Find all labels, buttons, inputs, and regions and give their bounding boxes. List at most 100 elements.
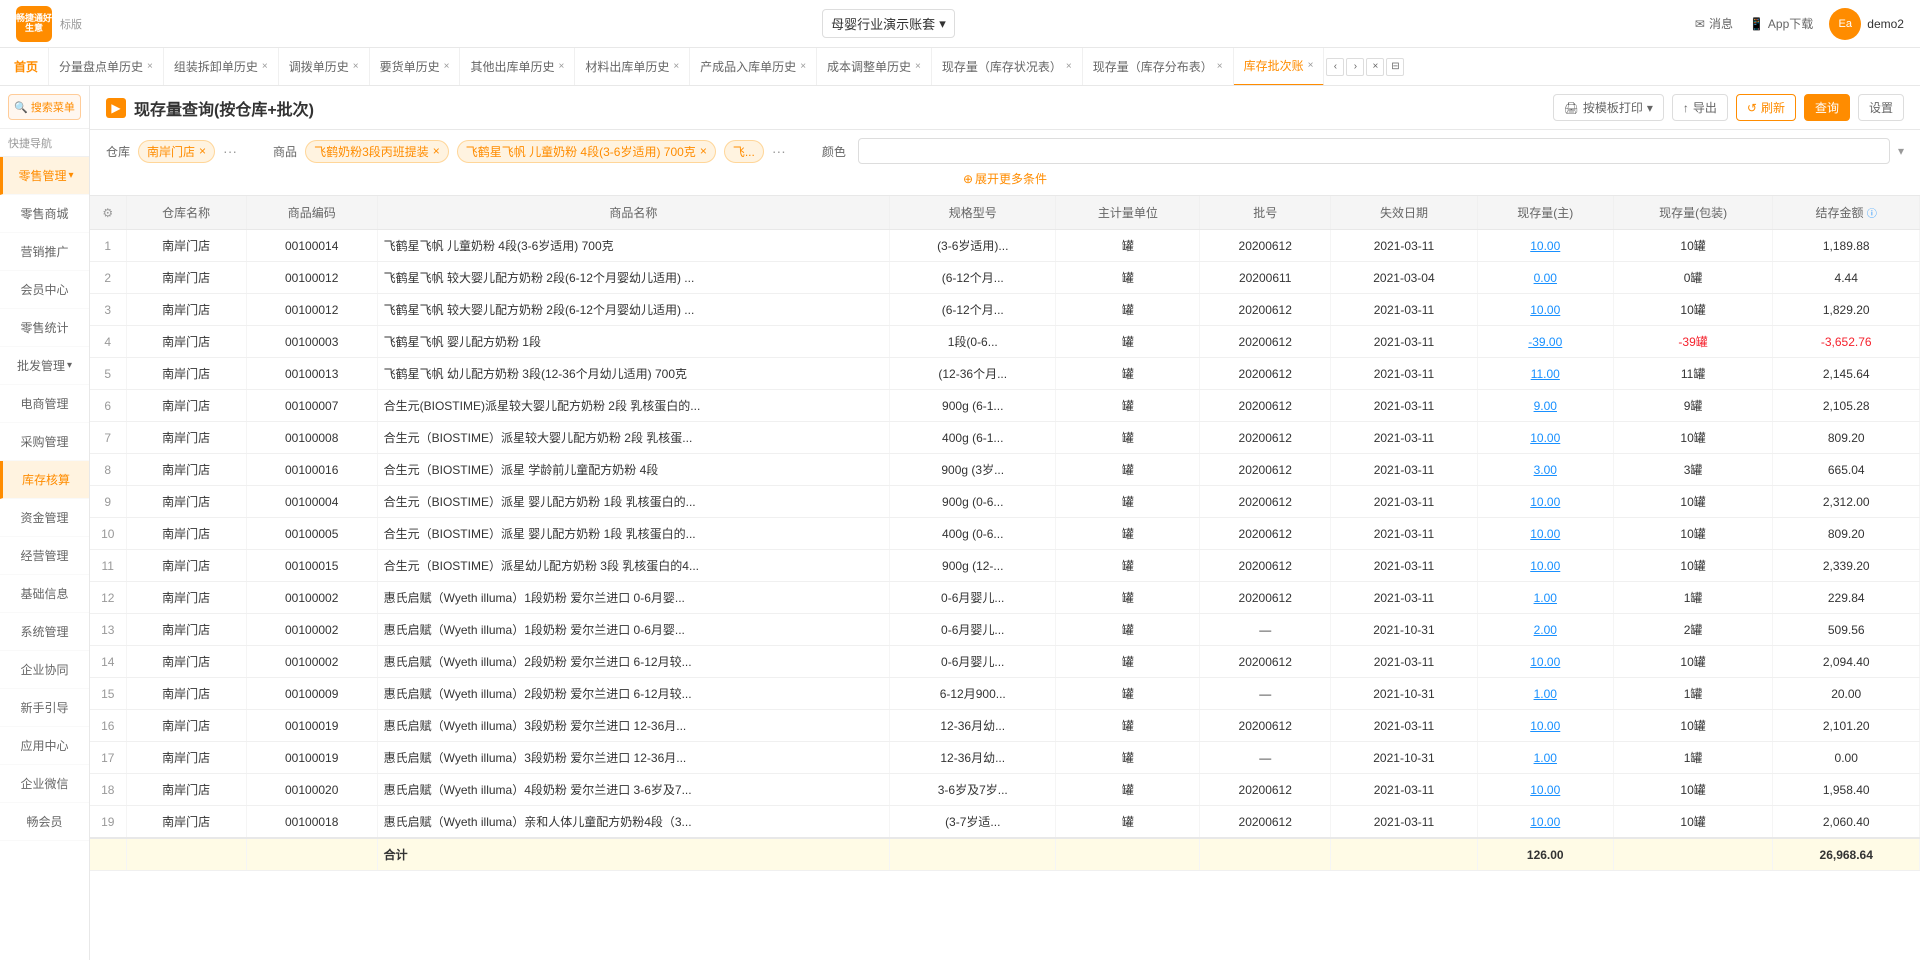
row-warehouse: 南岸门店 — [126, 262, 246, 294]
row-warehouse: 南岸门店 — [126, 710, 246, 742]
sidebar-item-marketing[interactable]: 营销推广 — [0, 233, 89, 271]
sidebar-item-member[interactable]: 会员中心 — [0, 271, 89, 309]
row-qty[interactable]: 10.00 — [1477, 774, 1613, 806]
print-template-btn[interactable]: 🖨 按模板打印 ▾ — [1553, 94, 1664, 121]
refresh-btn[interactable]: ↺ 刷新 — [1736, 94, 1796, 121]
tab-10-close[interactable]: × — [1217, 61, 1223, 72]
print-label: 按模板打印 — [1583, 99, 1643, 116]
goods-tag2-close[interactable]: × — [700, 144, 707, 158]
tab-5-close[interactable]: × — [558, 61, 564, 72]
tab-4-close[interactable]: × — [444, 61, 450, 72]
row-unit: 罐 — [1056, 294, 1200, 326]
row-qty[interactable]: 10.00 — [1477, 422, 1613, 454]
nav-close-arrow[interactable]: × — [1366, 58, 1384, 76]
tab-2[interactable]: 组装拆卸单历史 × — [164, 48, 279, 86]
main-content: ▶ 现存量查询(按仓库+批次) 🖨 按模板打印 ▾ ↑ 导出 ↺ 刷新 — [90, 86, 1920, 960]
goods-tag2[interactable]: 飞鹤星飞帆 儿童奶粉 4段(3-6岁适用) 700克 × — [457, 140, 716, 163]
search-menu-btn[interactable]: 🔍 搜索菜单 — [8, 94, 81, 120]
tab-2-close[interactable]: × — [262, 61, 268, 72]
account-dropdown[interactable]: 母婴行业演示账套 ▾ — [822, 9, 955, 38]
row-qty[interactable]: 10.00 — [1477, 550, 1613, 582]
tab-3[interactable]: 调拨单历史 × — [279, 48, 370, 86]
user-area[interactable]: Ea demo2 — [1829, 8, 1904, 40]
tab-9-close[interactable]: × — [1066, 61, 1072, 72]
sidebar-item-purchase[interactable]: 采购管理 — [0, 423, 89, 461]
goods-tag1[interactable]: 飞鹤奶粉3段丙班提装 × — [305, 140, 449, 163]
sidebar-item-inventory[interactable]: 库存核算 — [0, 461, 89, 499]
tab-6-close[interactable]: × — [673, 61, 679, 72]
expand-btn[interactable]: ▶ — [106, 98, 126, 118]
sidebar-item-finance[interactable]: 资金管理 — [0, 499, 89, 537]
tab-6[interactable]: 材料出库单历史 × — [575, 48, 690, 86]
table-settings-icon[interactable]: ⚙ — [102, 206, 113, 220]
total-row: 合计 126.00 26,968.64 — [90, 838, 1920, 871]
tab-10[interactable]: 现存量（库存分布表） × — [1083, 48, 1234, 86]
goods-dots[interactable]: ··· — [772, 143, 786, 159]
sidebar-item-enterprise[interactable]: 企业协同 — [0, 651, 89, 689]
nav-prev-arrow[interactable]: ‹ — [1326, 58, 1344, 76]
row-qty[interactable]: -39.00 — [1477, 326, 1613, 358]
row-name: 惠氏启赋（Wyeth illuma）1段奶粉 爱尔兰进口 0-6月婴... — [377, 614, 889, 646]
row-qty[interactable]: 10.00 — [1477, 646, 1613, 678]
sidebar-item-basic-info[interactable]: 基础信息 — [0, 575, 89, 613]
tab-7[interactable]: 产成品入库单历史 × — [690, 48, 817, 86]
sidebar-item-wechat[interactable]: 企业微信 — [0, 765, 89, 803]
logo-subtitle-text: 标版 — [60, 16, 82, 32]
expand-conditions-btn[interactable]: ⊕ 展开更多条件 — [106, 170, 1904, 187]
goods-tag1-close[interactable]: × — [433, 144, 440, 158]
sidebar-item-retail-mgmt[interactable]: 零售管理 ▾ — [0, 157, 89, 195]
app-download-btn[interactable]: 📱 App下载 — [1749, 15, 1813, 32]
row-batch: 20200612 — [1200, 390, 1331, 422]
warehouse-dots[interactable]: ··· — [223, 143, 237, 159]
query-btn[interactable]: 查询 — [1804, 94, 1850, 121]
sidebar-item-retail-stats[interactable]: 零售统计 — [0, 309, 89, 347]
row-qty[interactable]: 10.00 — [1477, 230, 1613, 262]
nav-next-arrow[interactable]: › — [1346, 58, 1364, 76]
sidebar-item-app-center[interactable]: 应用中心 — [0, 727, 89, 765]
tab-3-close[interactable]: × — [353, 61, 359, 72]
tab-1[interactable]: 分量盘点单历史 × — [49, 48, 164, 86]
row-qty[interactable]: 10.00 — [1477, 518, 1613, 550]
tab-5[interactable]: 其他出库单历史 × — [460, 48, 575, 86]
row-qty[interactable]: 10.00 — [1477, 710, 1613, 742]
row-code: 00100003 — [246, 326, 377, 358]
row-name: 合生元（BIOSTIME）派星 婴儿配方奶粉 1段 乳核蛋白的... — [377, 518, 889, 550]
warehouse-tag[interactable]: 南岸门店 × — [138, 140, 215, 163]
tab-7-close[interactable]: × — [800, 61, 806, 72]
sidebar-item-guide[interactable]: 新手引导 — [0, 689, 89, 727]
goods-tag3[interactable]: 飞... — [724, 140, 764, 163]
row-qty[interactable]: 11.00 — [1477, 358, 1613, 390]
nav-more-arrow[interactable]: ⊟ — [1386, 58, 1404, 76]
row-qty[interactable]: 1.00 — [1477, 742, 1613, 774]
tab-home[interactable]: 首页 — [4, 48, 49, 86]
tab-11[interactable]: 库存批次账 × — [1234, 48, 1325, 86]
messages-btn[interactable]: ✉ 消息 — [1695, 15, 1733, 32]
sidebar-item-ecommerce[interactable]: 电商管理 — [0, 385, 89, 423]
tab-1-close[interactable]: × — [147, 61, 153, 72]
row-qty[interactable]: 3.00 — [1477, 454, 1613, 486]
row-qty[interactable]: 2.00 — [1477, 614, 1613, 646]
row-batch: 20200612 — [1200, 518, 1331, 550]
row-qty[interactable]: 10.00 — [1477, 806, 1613, 839]
row-qty[interactable]: 9.00 — [1477, 390, 1613, 422]
row-qty[interactable]: 10.00 — [1477, 486, 1613, 518]
sidebar-item-member2[interactable]: 畅会员 — [0, 803, 89, 841]
sidebar-item-operations[interactable]: 经营管理 — [0, 537, 89, 575]
tab-8-close[interactable]: × — [915, 61, 921, 72]
row-qty[interactable]: 1.00 — [1477, 582, 1613, 614]
row-qty[interactable]: 0.00 — [1477, 262, 1613, 294]
tab-8[interactable]: 成本调整单历史 × — [817, 48, 932, 86]
tab-4[interactable]: 要货单历史 × — [370, 48, 461, 86]
table-row: 1 南岸门店 00100014 飞鹤星飞帆 儿童奶粉 4段(3-6岁适用) 70… — [90, 230, 1920, 262]
sidebar-item-retail-mall[interactable]: 零售商城 — [0, 195, 89, 233]
tab-11-close[interactable]: × — [1308, 60, 1314, 71]
sidebar-item-wholesale[interactable]: 批发管理 ▾ — [0, 347, 89, 385]
warehouse-tag-close[interactable]: × — [199, 144, 206, 158]
sidebar-item-system[interactable]: 系统管理 — [0, 613, 89, 651]
row-qty[interactable]: 10.00 — [1477, 294, 1613, 326]
color-filter-input[interactable] — [858, 138, 1890, 164]
tab-9[interactable]: 现存量（库存状况表） × — [932, 48, 1083, 86]
row-qty[interactable]: 1.00 — [1477, 678, 1613, 710]
export-btn[interactable]: ↑ 导出 — [1672, 94, 1728, 121]
settings-btn[interactable]: 设置 — [1858, 94, 1904, 121]
